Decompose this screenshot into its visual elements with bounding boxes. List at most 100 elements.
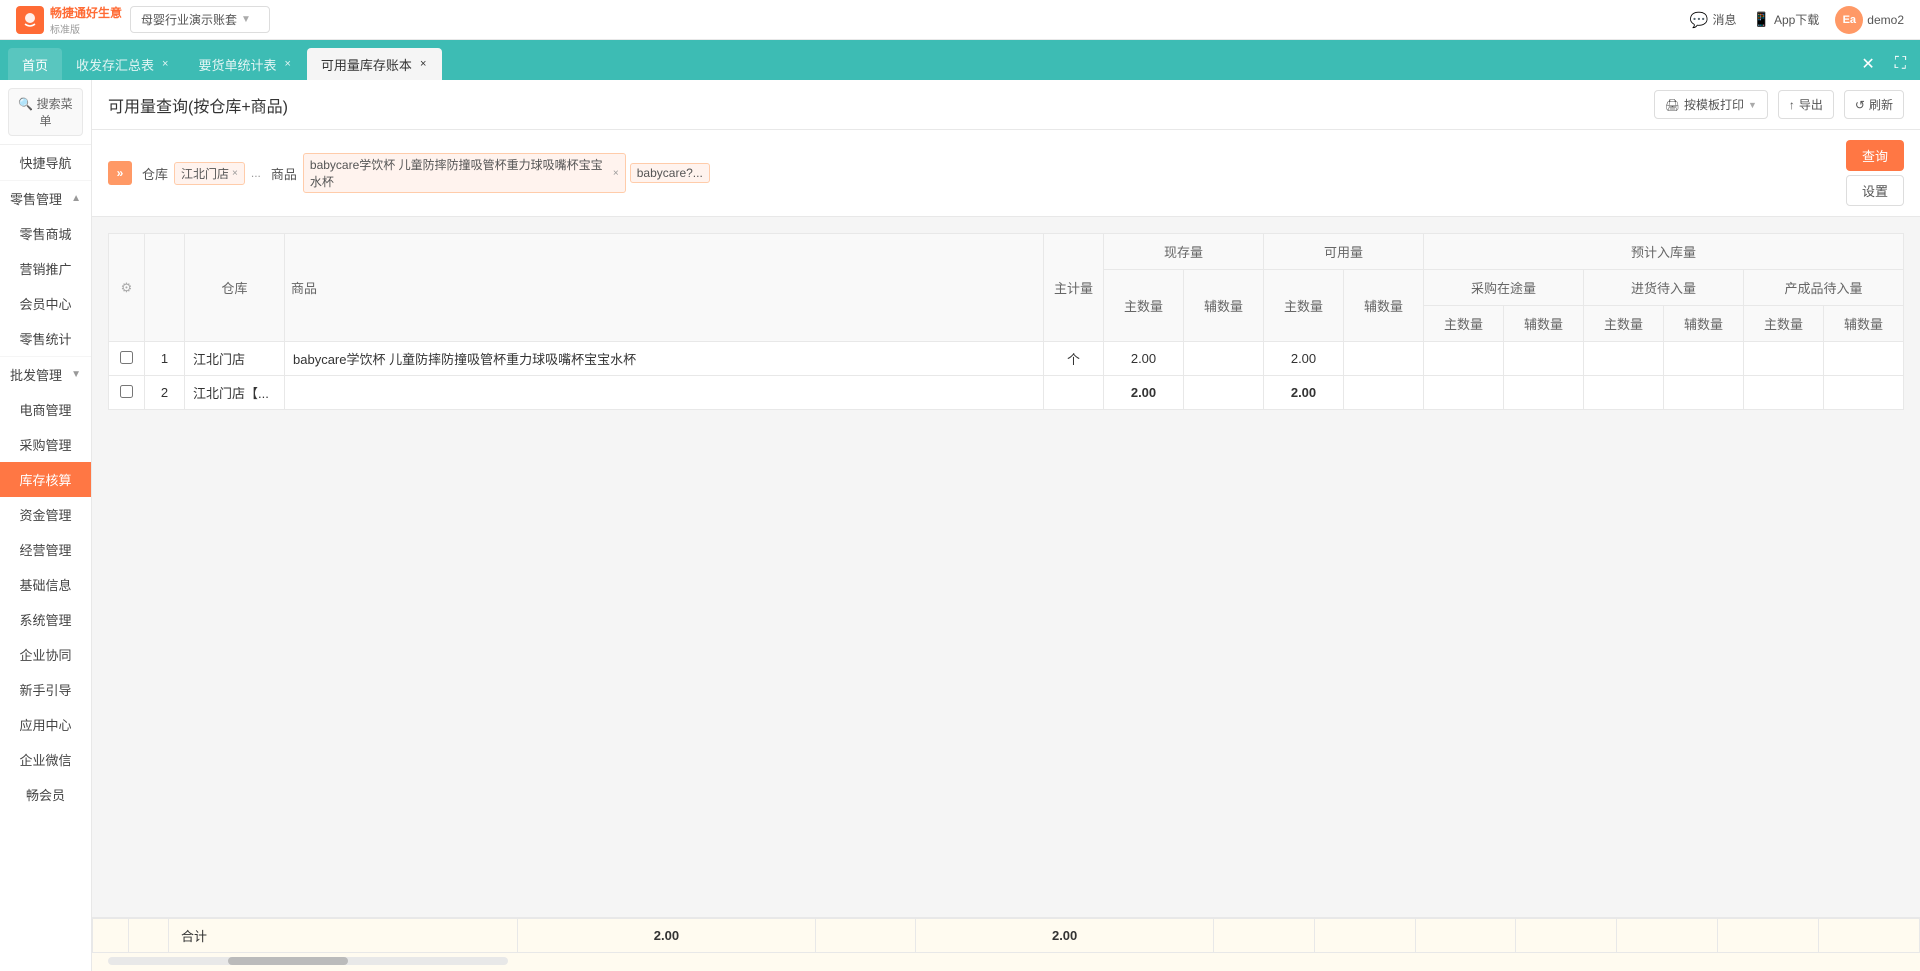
sidebar-item-new-guide[interactable]: 新手引导	[0, 672, 91, 707]
sidebar-item-finance-mgmt[interactable]: 资金管理	[0, 497, 91, 532]
sidebar-item-quick-nav[interactable]: 快捷导航	[0, 145, 91, 180]
sidebar-item-marketing[interactable]: 营销推广	[0, 251, 91, 286]
query-button[interactable]: 查询	[1846, 140, 1904, 171]
chevron-right-icon: »	[117, 166, 124, 180]
th-purchase-main: 主数量	[1424, 306, 1504, 342]
row2-product-aux	[1824, 376, 1904, 410]
sidebar-item-inventory-check[interactable]: 库存核算	[0, 462, 91, 497]
row2-arrival-main	[1584, 376, 1664, 410]
th-stock-aux: 辅数量	[1184, 270, 1264, 342]
table-body: 1 江北门店 babycare学饮杯 儿童防摔防撞吸管杯重力球吸嘴杯宝宝水杯 个…	[109, 342, 1904, 410]
sidebar-item-basic-info[interactable]: 基础信息	[0, 567, 91, 602]
footer-purchase-aux	[1415, 919, 1516, 953]
tab-home[interactable]: 首页	[8, 48, 62, 80]
sidebar-item-retail-stat[interactable]: 零售统计	[0, 321, 91, 356]
tab-close-all-button[interactable]: ✕	[1855, 52, 1880, 76]
tab-available-stock[interactable]: 可用量库存账本 ×	[307, 48, 442, 80]
scroll-thumb[interactable]	[228, 957, 348, 965]
export-button[interactable]: ↑ 导出	[1778, 90, 1834, 119]
row1-checkbox[interactable]	[109, 342, 145, 376]
row1-purchase-main	[1424, 342, 1504, 376]
th-product-pending: 产成品待入量	[1744, 270, 1904, 306]
tab-order-summary[interactable]: 要货单统计表 ×	[184, 48, 306, 80]
tab-receivable[interactable]: 收发存汇总表 ×	[62, 48, 184, 80]
search-icon: 🔍	[18, 97, 33, 111]
setting-button[interactable]: 设置	[1846, 175, 1904, 206]
row2-avail-main: 2.00	[1264, 376, 1344, 410]
remove-warehouse-tag-icon[interactable]: ×	[232, 168, 238, 179]
row1-warehouse: 江北门店	[185, 342, 285, 376]
dropdown-arrow-icon: ▼	[1748, 100, 1757, 110]
row1-no: 1	[145, 342, 185, 376]
row1-check[interactable]	[120, 351, 133, 364]
arrow-down-icon: ▼	[71, 369, 81, 380]
th-stock-main: 主数量	[1104, 270, 1184, 342]
th-avail-main: 主数量	[1264, 270, 1344, 342]
tab-close-receivable[interactable]: ×	[160, 56, 170, 72]
th-available-group: 可用量	[1264, 234, 1424, 270]
sidebar-item-ecommerce[interactable]: 电商管理	[0, 392, 91, 427]
user-account[interactable]: Ea demo2	[1835, 6, 1904, 34]
row2-checkbox[interactable]	[109, 376, 145, 410]
table-row: 2 江北门店【... 2.00 2.00	[109, 376, 1904, 410]
row1-product-aux	[1824, 342, 1904, 376]
warehouse-tag-0[interactable]: 江北门店 ×	[174, 162, 245, 185]
app-download-button[interactable]: 📱 App下载	[1753, 11, 1820, 28]
search-menu-button[interactable]: 🔍 搜索菜单	[8, 88, 83, 136]
scroll-track[interactable]	[108, 957, 508, 965]
gear-icon[interactable]: ⚙	[121, 280, 133, 295]
tab-fullscreen-button[interactable]: ⛶	[1889, 53, 1912, 75]
sidebar-item-retail-mgmt[interactable]: 零售管理 ▲	[0, 181, 91, 216]
sidebar-item-enterprise-collab[interactable]: 企业协同	[0, 637, 91, 672]
print-template-button[interactable]: 🖨 按模板打印 ▼	[1654, 90, 1768, 119]
sidebar-item-sys-mgmt[interactable]: 系统管理	[0, 602, 91, 637]
sidebar-group-wholesale: 批发管理 ▼	[0, 356, 91, 392]
sidebar-item-purchase-mgmt[interactable]: 采购管理	[0, 427, 91, 462]
th-goods: 商品	[285, 234, 1044, 342]
message-icon: 💬	[1690, 11, 1709, 29]
row1-goods: babycare学饮杯 儿童防摔防撞吸管杯重力球吸嘴杯宝宝水杯	[285, 342, 1044, 376]
warehouse-more[interactable]: ...	[251, 166, 261, 180]
sidebar-item-enterprise-wechat[interactable]: 企业微信	[0, 742, 91, 777]
row1-unit: 个	[1044, 342, 1104, 376]
goods-tag-0[interactable]: babycare学饮杯 儿童防摔防撞吸管杯重力球吸嘴杯宝宝水杯 ×	[303, 153, 626, 193]
row1-product-main	[1744, 342, 1824, 376]
row1-stock-main: 2.00	[1104, 342, 1184, 376]
message-button[interactable]: 💬 消息	[1690, 11, 1737, 29]
top-bar-left: 畅捷通好生意 标准版 母婴行业演示账套 ▼	[16, 4, 270, 36]
receivable-tab-label: 收发存汇总表	[76, 55, 154, 74]
row2-purchase-aux	[1504, 376, 1584, 410]
tab-close-order-summary[interactable]: ×	[282, 56, 292, 72]
expand-filter-button[interactable]: »	[108, 161, 132, 185]
refresh-button[interactable]: ↺ 刷新	[1844, 90, 1904, 119]
sidebar-search: 🔍 搜索菜单	[0, 80, 91, 145]
remove-goods-tag-icon[interactable]: ×	[613, 168, 619, 179]
horizontal-scrollbar[interactable]	[92, 953, 1920, 971]
row1-arrival-aux	[1664, 342, 1744, 376]
th-warehouse: 仓库	[185, 234, 285, 342]
page-header: 可用量查询(按仓库+商品) 🖨 按模板打印 ▼ ↑ 导出 ↺ 刷新	[92, 80, 1920, 130]
th-arrival-main: 主数量	[1584, 306, 1664, 342]
footer-table: 合计 2.00 2.00	[92, 918, 1920, 953]
footer-row: 合计 2.00 2.00	[93, 919, 1920, 953]
goods-filter: 商品 babycare学饮杯 儿童防摔防撞吸管杯重力球吸嘴杯宝宝水杯 × bab…	[271, 153, 710, 193]
footer-product-aux	[1819, 919, 1920, 953]
sidebar-item-app-center[interactable]: 应用中心	[0, 707, 91, 742]
sidebar-item-wholesale-mgmt[interactable]: 批发管理 ▼	[0, 357, 91, 392]
industry-selector[interactable]: 母婴行业演示账套 ▼	[130, 6, 270, 33]
row2-purchase-main	[1424, 376, 1504, 410]
sidebar-item-ops-mgmt[interactable]: 经营管理	[0, 532, 91, 567]
page-title: 可用量查询(按仓库+商品)	[108, 93, 288, 117]
row2-stock-aux	[1184, 376, 1264, 410]
footer-arrival-main	[1516, 919, 1617, 953]
row2-check[interactable]	[120, 385, 133, 398]
tab-close-available-stock[interactable]: ×	[418, 56, 428, 72]
th-arrival-aux: 辅数量	[1664, 306, 1744, 342]
table-area: ⚙ 仓库 商品 主计量 现存量 可用量 预计入库量 主数量 辅数量 主数量	[92, 217, 1920, 917]
sidebar-item-vip-member[interactable]: 畅会员	[0, 777, 91, 812]
sidebar-item-member-center[interactable]: 会员中心	[0, 286, 91, 321]
print-icon: 🖨	[1665, 98, 1680, 112]
sidebar-item-retail-shop[interactable]: 零售商城	[0, 216, 91, 251]
row2-product-main	[1744, 376, 1824, 410]
goods-tag-1[interactable]: babycare?...	[630, 163, 710, 183]
